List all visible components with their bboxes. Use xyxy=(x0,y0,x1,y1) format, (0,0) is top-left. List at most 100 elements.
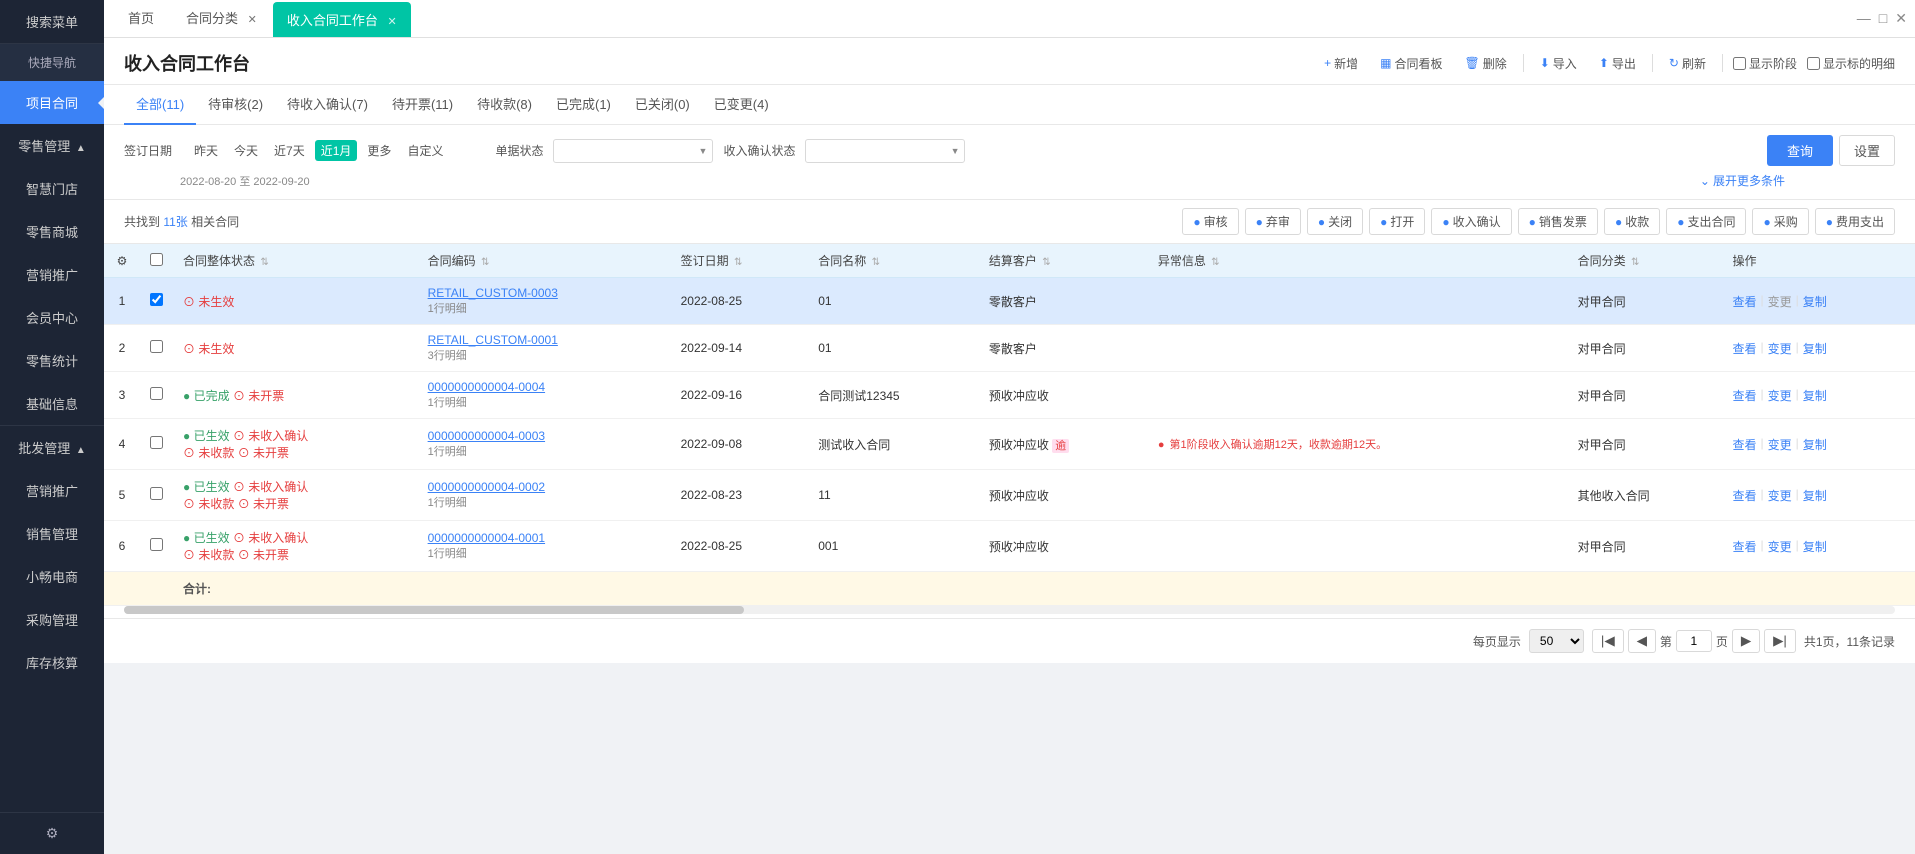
sub-tab-pending-collection[interactable]: 待收款(8) xyxy=(465,85,544,125)
row2-copy-link[interactable]: 复制 xyxy=(1803,340,1827,357)
sub-tab-closed[interactable]: 已关闭(0) xyxy=(623,85,702,125)
income-confirm-btn[interactable]: ● 收入确认 xyxy=(1431,208,1511,235)
row4-copy-link[interactable]: 复制 xyxy=(1803,436,1827,453)
next-page-btn[interactable]: ▶ xyxy=(1732,629,1760,653)
expense-out-btn[interactable]: ● 费用支出 xyxy=(1815,208,1895,235)
row3-view-link[interactable]: 查看 xyxy=(1733,387,1757,404)
date-btn-last7[interactable]: 近7天 xyxy=(268,140,311,161)
prev-page-btn[interactable]: ◀ xyxy=(1628,629,1656,653)
purchase-btn[interactable]: ● 采购 xyxy=(1752,208,1808,235)
sidebar-item-purchase[interactable]: 采购管理 xyxy=(0,598,104,641)
export-btn[interactable]: ⬆ 导出 xyxy=(1593,51,1642,76)
sidebar-item-marketing[interactable]: 营销推广 xyxy=(0,253,104,296)
row5-copy-link[interactable]: 复制 xyxy=(1803,487,1827,504)
sub-tab-pending-income-confirm[interactable]: 待收入确认(7) xyxy=(275,85,380,125)
row6-checkbox[interactable] xyxy=(140,521,173,572)
sidebar-search[interactable]: 搜索菜单 xyxy=(0,0,104,44)
sidebar-item-sales-mgmt[interactable]: 销售管理 xyxy=(0,512,104,555)
row2-view-link[interactable]: 查看 xyxy=(1733,340,1757,357)
tab-income-workbench-close[interactable]: ✕ xyxy=(388,16,397,28)
row1-copy-link[interactable]: 复制 xyxy=(1803,293,1827,310)
row2-code-link[interactable]: RETAIL_CUSTOM-0001 xyxy=(428,333,558,347)
row4-view-link[interactable]: 查看 xyxy=(1733,436,1757,453)
row3-copy-link[interactable]: 复制 xyxy=(1803,387,1827,404)
refresh-btn[interactable]: ↻ 刷新 xyxy=(1663,51,1712,76)
row4-change-link[interactable]: 变更 xyxy=(1768,436,1792,453)
sub-tab-pending-invoice[interactable]: 待开票(11) xyxy=(380,85,465,125)
row2-checkbox-input[interactable] xyxy=(150,340,163,353)
page-size-select[interactable]: 20 50 100 xyxy=(1529,629,1584,653)
row3-checkbox[interactable] xyxy=(140,372,173,419)
date-btn-yesterday[interactable]: 昨天 xyxy=(188,140,224,161)
row5-view-link[interactable]: 查看 xyxy=(1733,487,1757,504)
row1-checkbox-input[interactable] xyxy=(150,293,163,306)
row5-change-link[interactable]: 变更 xyxy=(1768,487,1792,504)
sidebar-item-retail-stats[interactable]: 零售统计 xyxy=(0,339,104,382)
row4-checkbox-input[interactable] xyxy=(150,436,163,449)
date-btn-custom[interactable]: 自定义 xyxy=(401,140,449,161)
row6-code-link[interactable]: 0000000000004-0001 xyxy=(428,531,545,545)
sub-tab-all[interactable]: 全部(11) xyxy=(124,85,196,125)
first-page-btn[interactable]: |◀ xyxy=(1592,629,1624,653)
sidebar-item-member[interactable]: 会员中心 xyxy=(0,296,104,339)
last-page-btn[interactable]: ▶| xyxy=(1764,629,1796,653)
row1-view-link[interactable]: 查看 xyxy=(1733,293,1757,310)
row3-checkbox-input[interactable] xyxy=(150,387,163,400)
collection-btn[interactable]: ● 收款 xyxy=(1604,208,1660,235)
sidebar-item-retail-mgmt[interactable]: 零售管理 ▲ xyxy=(0,124,104,167)
out-contract-btn[interactable]: ● 支出合同 xyxy=(1666,208,1746,235)
sub-tab-completed[interactable]: 已完成(1) xyxy=(544,85,623,125)
set-btn[interactable]: 设置 xyxy=(1839,135,1895,166)
row3-change-link[interactable]: 变更 xyxy=(1768,387,1792,404)
sidebar-item-xiaochang[interactable]: 小畅电商 xyxy=(0,555,104,598)
maximize-btn[interactable]: □ xyxy=(1879,10,1887,27)
sidebar-item-marketing2[interactable]: 营销推广 xyxy=(0,469,104,512)
sidebar-item-inventory[interactable]: 库存核算 xyxy=(0,641,104,684)
tab-contract-category-close[interactable]: ✕ xyxy=(248,14,257,26)
new-btn[interactable]: + 新增 xyxy=(1318,51,1364,76)
row1-checkbox[interactable] xyxy=(140,278,173,325)
sidebar-settings[interactable]: ⚙ xyxy=(0,812,104,854)
import-btn[interactable]: ⬇ 导入 xyxy=(1534,51,1583,76)
sales-invoice-btn[interactable]: ● 销售发票 xyxy=(1518,208,1598,235)
row1-code-link[interactable]: RETAIL_CUSTOM-0003 xyxy=(428,286,558,300)
query-btn[interactable]: 查询 xyxy=(1767,135,1833,166)
sidebar-item-smart-store[interactable]: 智慧门店 xyxy=(0,167,104,210)
abandon-btn[interactable]: ● 弃审 xyxy=(1245,208,1301,235)
income-confirm-select[interactable] xyxy=(805,139,965,163)
sidebar-quick-nav[interactable]: 快捷导航 xyxy=(0,44,104,81)
show-stage-checkbox[interactable] xyxy=(1733,57,1746,70)
scrollbar-thumb[interactable] xyxy=(124,606,744,614)
row6-change-link[interactable]: 变更 xyxy=(1768,538,1792,555)
row2-change-link[interactable]: 变更 xyxy=(1768,340,1792,357)
row5-checkbox[interactable] xyxy=(140,470,173,521)
sidebar-item-basic-info[interactable]: 基础信息 xyxy=(0,382,104,425)
sidebar-item-batch-mgmt[interactable]: 批发管理 ▲ xyxy=(0,426,104,469)
sub-tab-pending-review[interactable]: 待审核(2) xyxy=(196,85,275,125)
date-btn-more[interactable]: 更多 xyxy=(361,140,397,161)
close-btn[interactable]: ✕ xyxy=(1895,10,1907,27)
date-btn-today[interactable]: 今天 xyxy=(228,140,264,161)
row4-checkbox[interactable] xyxy=(140,419,173,470)
row1-change-link[interactable]: 变更 xyxy=(1768,293,1792,310)
horizontal-scrollbar[interactable] xyxy=(124,606,1895,614)
open-btn[interactable]: ● 打开 xyxy=(1369,208,1425,235)
doc-status-select[interactable] xyxy=(553,139,713,163)
date-btn-last1month[interactable]: 近1月 xyxy=(315,140,358,161)
row6-checkbox-input[interactable] xyxy=(150,538,163,551)
expand-conditions-btn[interactable]: ⌄ 展开更多条件 xyxy=(1700,172,1785,189)
delete-btn[interactable]: 🗑 删除 xyxy=(1458,51,1512,76)
sub-tab-changed[interactable]: 已变更(4) xyxy=(702,85,781,125)
page-input[interactable] xyxy=(1676,630,1712,652)
row2-checkbox[interactable] xyxy=(140,325,173,372)
row3-code-link[interactable]: 0000000000004-0004 xyxy=(428,380,545,394)
minimize-btn[interactable]: — xyxy=(1857,10,1871,27)
tab-income-workbench[interactable]: 收入合同工作台 ✕ xyxy=(273,2,411,37)
show-detail-checkbox[interactable] xyxy=(1807,57,1820,70)
review-btn[interactable]: ● 审核 xyxy=(1182,208,1238,235)
show-detail-checkbox-wrap[interactable]: 显示标的明细 xyxy=(1807,55,1895,72)
select-all-checkbox[interactable] xyxy=(150,253,163,266)
tab-contract-category[interactable]: 合同分类 ✕ xyxy=(170,0,273,37)
sidebar-item-project[interactable]: 项目合同 xyxy=(0,81,104,124)
sidebar-item-retail-mall[interactable]: 零售商城 xyxy=(0,210,104,253)
